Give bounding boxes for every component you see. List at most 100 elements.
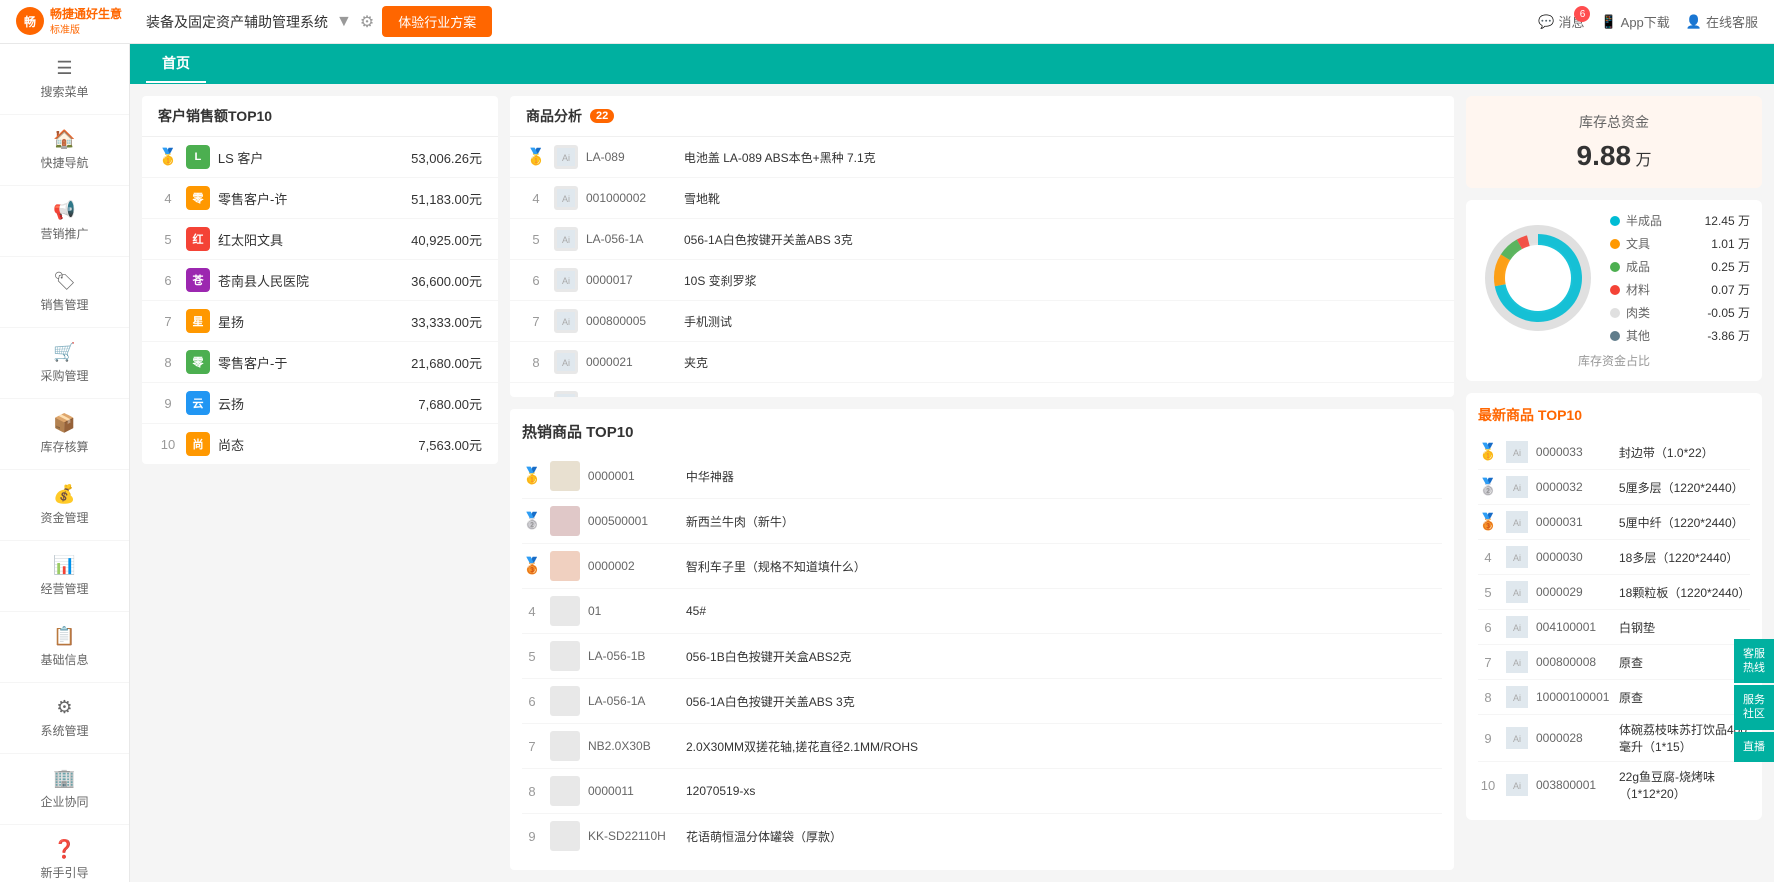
- chart-subtitle: 库存资金占比: [1478, 352, 1750, 369]
- message-action[interactable]: 💬 消息 6: [1538, 12, 1584, 31]
- legend-value: -3.86 万: [1707, 327, 1750, 344]
- trial-button[interactable]: 体验行业方案: [382, 6, 492, 37]
- sidebar-icon-quick-nav: 🏠: [53, 129, 75, 150]
- floating-btn[interactable]: 客服 热线: [1734, 639, 1774, 684]
- logo-icon: 畅: [16, 7, 44, 35]
- customer-amount: 21,680.00元: [411, 353, 482, 372]
- customer-name: 星扬: [218, 312, 403, 331]
- hot-product-img: [550, 596, 580, 626]
- svg-text:Ai: Ai: [562, 317, 570, 327]
- sidebar-item-basic-info[interactable]: 📋基础信息: [0, 612, 129, 683]
- rank-num: 5: [158, 232, 178, 247]
- hot-product-name: 45#: [686, 604, 1442, 618]
- customer-ranking-title: 客户销售额TOP10: [158, 106, 272, 126]
- customer-amount: 7,563.00元: [418, 435, 482, 454]
- sidebar-item-sales[interactable]: 🏷销售管理: [0, 257, 129, 328]
- new-product-row: 8 Ai 10000100001 原查: [1478, 680, 1750, 715]
- sidebar-item-purchase[interactable]: 🛒采购管理: [0, 328, 129, 399]
- hot-product-code: 0000002: [588, 559, 678, 573]
- new-product-code: 0000031: [1536, 515, 1611, 529]
- content-nav: 首页: [130, 44, 1774, 84]
- svg-text:Ai: Ai: [1513, 781, 1521, 791]
- sidebar-label-sales: 销售管理: [40, 296, 88, 313]
- rank-num: 8: [522, 784, 542, 799]
- hot-product-row: 8 0000011 12070519-xs: [522, 769, 1442, 814]
- product-code: 001000002: [586, 191, 676, 205]
- settings-icon[interactable]: ⚙: [360, 12, 374, 32]
- hot-product-img: [550, 686, 580, 716]
- svg-text:Ai: Ai: [1513, 448, 1521, 458]
- customer-row: 10 尚 尚态 7,563.00元: [142, 424, 498, 464]
- product-row: 7 Ai 000800005 手机测试: [510, 301, 1454, 342]
- right-panel: 库存总资金 9.88 万 半成品 12.45 万 文具 1.01 万: [1454, 84, 1774, 882]
- customer-name: 尚态: [218, 435, 410, 454]
- hot-products-panel: 热销商品 TOP10 🥇 0000001 中华神器 🥈 000500001 新西…: [510, 409, 1454, 870]
- sidebar-item-search-menu[interactable]: ☰搜索菜单: [0, 44, 129, 115]
- new-product-img: Ai: [1506, 476, 1528, 498]
- hot-product-row: 9 KK-SD22110H 花语萌恒温分体罐袋（厚款）: [522, 814, 1442, 858]
- sidebar-item-operations[interactable]: 📊经营管理: [0, 541, 129, 612]
- sidebar-item-inventory[interactable]: 📦 库存核算: [0, 399, 129, 470]
- customer-amount: 40,925.00元: [411, 230, 482, 249]
- sidebar-item-enterprise[interactable]: 🏢企业协同: [0, 754, 129, 825]
- sidebar-item-finance[interactable]: 💰资金管理: [0, 470, 129, 541]
- inventory-amount-row: 9.88 万: [1482, 140, 1746, 172]
- sidebar-item-marketing[interactable]: 📢营销推广: [0, 186, 129, 257]
- customer-row: 🥇 L LS 客户 53,006.26元: [142, 137, 498, 178]
- new-product-img: Ai: [1506, 511, 1528, 533]
- online-service-action[interactable]: 👤 在线客服: [1686, 12, 1758, 31]
- product-img: Ai: [554, 350, 578, 374]
- inventory-unit: 万: [1635, 152, 1651, 169]
- legend-dot: [1610, 285, 1620, 295]
- topbar-actions: 💬 消息 6 📱 App下载 👤 在线客服: [1538, 12, 1758, 31]
- svg-text:Ai: Ai: [562, 194, 570, 204]
- product-code: 000800005: [586, 314, 676, 328]
- customer-amount: 33,333.00元: [411, 312, 482, 331]
- new-product-code: 0000028: [1536, 731, 1611, 745]
- product-img: Ai: [554, 391, 578, 397]
- chart-legend: 半成品 12.45 万 文具 1.01 万 成品 0.25 万 材料 0.07 …: [1610, 212, 1750, 344]
- legend-name: 文具: [1626, 235, 1705, 252]
- nav-tab-home[interactable]: 首页: [146, 45, 206, 83]
- chart-area: 半成品 12.45 万 文具 1.01 万 成品 0.25 万 材料 0.07 …: [1478, 212, 1750, 344]
- app-download-action[interactable]: 📱 App下载: [1600, 12, 1669, 31]
- hot-product-img: [550, 461, 580, 491]
- floating-buttons: 客服 热线服务 社区直播: [1734, 639, 1774, 762]
- new-products-list: 🥇 Ai 0000033 封边带（1.0*22） 🥈 Ai 0000032 5厘…: [1478, 435, 1750, 808]
- product-name: 电池盖 LA-089 ABS本色+黑种 7.1克: [684, 149, 1438, 166]
- floating-btn[interactable]: 直播: [1734, 732, 1774, 762]
- hot-product-name: 056-1A白色按键开关盖ABS 3克: [686, 693, 1442, 710]
- new-product-code: 0000032: [1536, 480, 1611, 494]
- new-product-code: 0000030: [1536, 550, 1611, 564]
- legend-item: 其他 -3.86 万: [1610, 327, 1750, 344]
- hot-product-img: [550, 731, 580, 761]
- product-code: 0000021: [586, 355, 676, 369]
- hot-product-code: 01: [588, 604, 678, 618]
- product-img: Ai: [554, 186, 578, 210]
- sidebar-item-quick-nav[interactable]: 🏠快捷导航: [0, 115, 129, 186]
- hot-products-list: 🥇 0000001 中华神器 🥈 000500001 新西兰牛肉（新牛） 🥉 0…: [522, 454, 1442, 858]
- hot-product-img: [550, 776, 580, 806]
- product-name: 手机测试: [684, 313, 1438, 330]
- rank-num: 5: [1478, 585, 1498, 600]
- hot-product-name: 新西兰牛肉（新牛）: [686, 513, 1442, 530]
- product-code: LA-59651-1B: [586, 396, 676, 397]
- rank-num: 4: [158, 191, 178, 206]
- sidebar-icon-inventory: 📦: [53, 413, 75, 434]
- svg-text:Ai: Ai: [1513, 518, 1521, 528]
- legend-value: 1.01 万: [1711, 235, 1750, 252]
- hot-product-row: 7 NB2.0X30B 2.0X30MM双搓花轴,搓花直径2.1MM/ROHS: [522, 724, 1442, 769]
- hot-product-img: [550, 641, 580, 671]
- new-product-row: 4 Ai 0000030 18多层（1220*2440）: [1478, 540, 1750, 575]
- service-label: 在线客服: [1706, 12, 1758, 31]
- rank-num: 9: [158, 396, 178, 411]
- svg-text:Ai: Ai: [1513, 483, 1521, 493]
- sidebar-item-guide[interactable]: ❓新手引导: [0, 825, 129, 882]
- dropdown-icon[interactable]: ▼: [336, 13, 352, 31]
- hot-product-row: 5 LA-056-1B 056-1B白色按键开关盒ABS2克: [522, 634, 1442, 679]
- sidebar-label-inventory: 库存核算: [40, 438, 88, 455]
- sidebar-item-system[interactable]: ⚙系统管理: [0, 683, 129, 754]
- floating-btn[interactable]: 服务 社区: [1734, 685, 1774, 730]
- rank-num: 10: [158, 437, 178, 452]
- new-product-name: 18多层（1220*2440）: [1619, 549, 1750, 566]
